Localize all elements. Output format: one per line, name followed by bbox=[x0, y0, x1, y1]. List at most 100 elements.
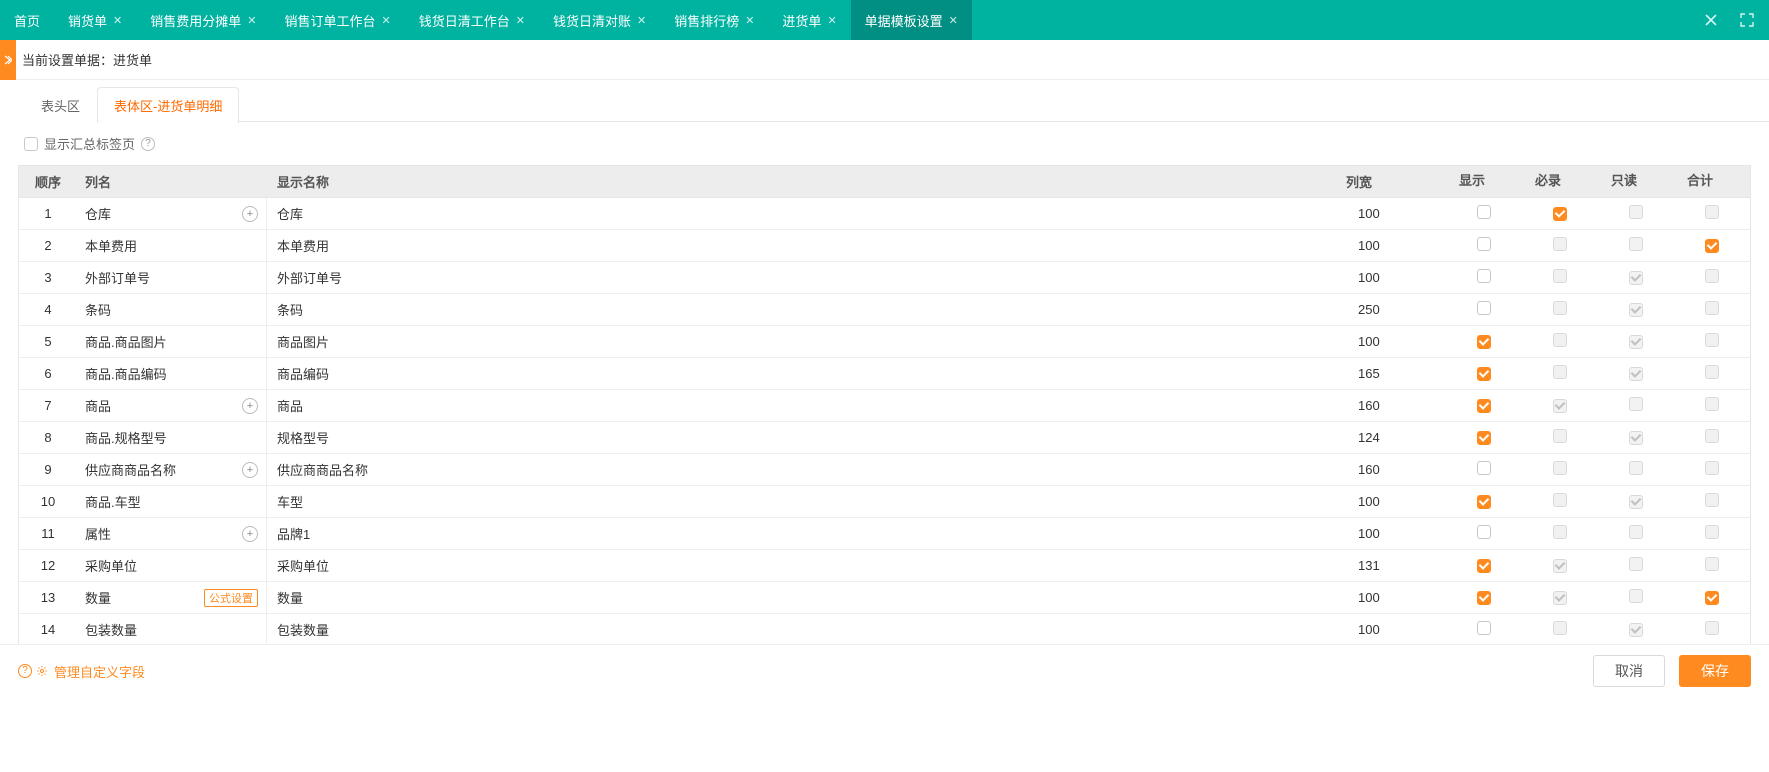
row-width[interactable]: 131 bbox=[1348, 552, 1446, 579]
table-row[interactable]: 13数量公式设置数量100 bbox=[19, 582, 1750, 614]
checkbox[interactable] bbox=[1477, 431, 1491, 445]
row-display-name[interactable]: 数量 bbox=[267, 582, 1348, 613]
top-tab[interactable]: 销货单✕ bbox=[54, 0, 136, 40]
summary-option-checkbox[interactable] bbox=[24, 137, 38, 151]
checkbox[interactable] bbox=[1477, 335, 1491, 349]
row-display-name[interactable]: 条码 bbox=[267, 294, 1348, 325]
top-tab[interactable]: 销售订单工作台✕ bbox=[270, 0, 404, 40]
table-row[interactable]: 7商品+商品160 bbox=[19, 390, 1750, 422]
row-required-cell bbox=[1522, 425, 1598, 450]
checkbox[interactable] bbox=[1477, 205, 1491, 219]
checkbox bbox=[1705, 525, 1719, 539]
checkbox[interactable] bbox=[1477, 621, 1491, 635]
row-display-name[interactable]: 包装数量 bbox=[267, 614, 1348, 644]
table-row[interactable]: 9供应商商品名称+供应商商品名称160 bbox=[19, 454, 1750, 486]
row-display-name[interactable]: 品牌1 bbox=[267, 518, 1348, 549]
top-tab[interactable]: 钱货日清工作台✕ bbox=[405, 0, 539, 40]
row-width[interactable]: 160 bbox=[1348, 456, 1446, 483]
row-total-cell bbox=[1674, 586, 1750, 609]
top-tab[interactable]: 单据模板设置✕ bbox=[851, 0, 972, 40]
checkbox[interactable] bbox=[1705, 591, 1719, 605]
footer-help-icon[interactable]: ? bbox=[18, 664, 32, 678]
table-row[interactable]: 14包装数量包装数量100 bbox=[19, 614, 1750, 644]
checkbox bbox=[1553, 333, 1567, 347]
table-row[interactable]: 11属性+品牌1100 bbox=[19, 518, 1750, 550]
inner-tab[interactable]: 表头区 bbox=[24, 87, 97, 123]
top-tab-label: 进货单 bbox=[782, 11, 821, 30]
close-icon[interactable]: ✕ bbox=[949, 14, 958, 27]
checkbox[interactable] bbox=[1477, 367, 1491, 381]
row-display-name[interactable]: 仓库 bbox=[267, 198, 1348, 229]
row-display-name[interactable]: 车型 bbox=[267, 486, 1348, 517]
table-row[interactable]: 12采购单位采购单位131 bbox=[19, 550, 1750, 582]
table-row[interactable]: 2本单费用本单费用100 bbox=[19, 230, 1750, 262]
close-icon[interactable]: ✕ bbox=[516, 14, 525, 27]
close-icon[interactable]: ✕ bbox=[827, 14, 836, 27]
top-tab[interactable]: 进货单 ✕ bbox=[768, 0, 850, 40]
row-width[interactable]: 165 bbox=[1348, 360, 1446, 387]
row-width[interactable]: 100 bbox=[1348, 232, 1446, 259]
row-display-name[interactable]: 外部订单号 bbox=[267, 262, 1348, 293]
row-width[interactable]: 100 bbox=[1348, 200, 1446, 227]
plus-icon[interactable]: + bbox=[242, 398, 258, 414]
checkbox[interactable] bbox=[1477, 301, 1491, 315]
table-row[interactable]: 1仓库+仓库100 bbox=[19, 198, 1750, 230]
row-width[interactable]: 100 bbox=[1348, 264, 1446, 291]
row-width[interactable]: 124 bbox=[1348, 424, 1446, 451]
top-tab[interactable]: 销售费用分摊单✕ bbox=[136, 0, 270, 40]
checkbox[interactable] bbox=[1477, 399, 1491, 413]
row-width[interactable]: 100 bbox=[1348, 488, 1446, 515]
top-tab[interactable]: 首页 bbox=[0, 0, 54, 40]
save-button[interactable]: 保存 bbox=[1679, 655, 1751, 687]
checkbox[interactable] bbox=[1477, 461, 1491, 475]
checkbox[interactable] bbox=[1553, 207, 1567, 221]
checkbox[interactable] bbox=[1477, 237, 1491, 251]
row-width[interactable]: 100 bbox=[1348, 584, 1446, 611]
top-tab[interactable]: 钱货日清对账✕ bbox=[539, 0, 660, 40]
row-display-name[interactable]: 采购单位 bbox=[267, 550, 1348, 581]
table-row[interactable]: 6商品.商品编码商品编码165 bbox=[19, 358, 1750, 390]
row-display-name[interactable]: 供应商商品名称 bbox=[267, 454, 1348, 485]
row-width[interactable]: 160 bbox=[1348, 392, 1446, 419]
close-icon[interactable]: ✕ bbox=[113, 14, 122, 27]
row-width[interactable]: 100 bbox=[1348, 520, 1446, 547]
table-row[interactable]: 10商品.车型车型100 bbox=[19, 486, 1750, 518]
checkbox[interactable] bbox=[1477, 591, 1491, 605]
row-total-cell bbox=[1674, 521, 1750, 546]
expand-handle[interactable] bbox=[0, 40, 16, 80]
row-display-name[interactable]: 商品编码 bbox=[267, 358, 1348, 389]
inner-tab[interactable]: 表体区-进货单明细 bbox=[97, 87, 239, 123]
row-required-cell bbox=[1522, 265, 1598, 290]
help-icon[interactable]: ? bbox=[141, 137, 155, 151]
checkbox[interactable] bbox=[1477, 559, 1491, 573]
row-width[interactable]: 250 bbox=[1348, 296, 1446, 323]
table-row[interactable]: 8商品.规格型号规格型号124 bbox=[19, 422, 1750, 454]
table-row[interactable]: 3外部订单号外部订单号100 bbox=[19, 262, 1750, 294]
row-width[interactable]: 100 bbox=[1348, 616, 1446, 643]
checkbox[interactable] bbox=[1705, 239, 1719, 253]
table-row[interactable]: 5商品.商品图片商品图片100 bbox=[19, 326, 1750, 358]
plus-icon[interactable]: + bbox=[242, 526, 258, 542]
plus-icon[interactable]: + bbox=[242, 462, 258, 478]
checkbox[interactable] bbox=[1477, 269, 1491, 283]
plus-icon[interactable]: + bbox=[242, 206, 258, 222]
checkbox bbox=[1629, 557, 1643, 571]
fullscreen-icon[interactable] bbox=[1733, 6, 1761, 34]
manage-custom-fields-link[interactable]: 管理自定义字段 bbox=[36, 662, 145, 681]
checkbox[interactable] bbox=[1477, 525, 1491, 539]
row-display-name[interactable]: 商品图片 bbox=[267, 326, 1348, 357]
close-icon[interactable]: ✕ bbox=[745, 14, 754, 27]
row-display-name[interactable]: 本单费用 bbox=[267, 230, 1348, 261]
checkbox[interactable] bbox=[1477, 495, 1491, 509]
row-width[interactable]: 100 bbox=[1348, 328, 1446, 355]
formula-button[interactable]: 公式设置 bbox=[204, 589, 258, 607]
table-row[interactable]: 4条码条码250 bbox=[19, 294, 1750, 326]
close-all-tabs-icon[interactable] bbox=[1697, 6, 1725, 34]
row-display-name[interactable]: 商品 bbox=[267, 390, 1348, 421]
close-icon[interactable]: ✕ bbox=[247, 14, 256, 27]
cancel-button[interactable]: 取消 bbox=[1593, 655, 1665, 687]
close-icon[interactable]: ✕ bbox=[637, 14, 646, 27]
close-icon[interactable]: ✕ bbox=[382, 14, 391, 27]
row-display-name[interactable]: 规格型号 bbox=[267, 422, 1348, 453]
top-tab[interactable]: 销售排行榜✕ bbox=[660, 0, 768, 40]
